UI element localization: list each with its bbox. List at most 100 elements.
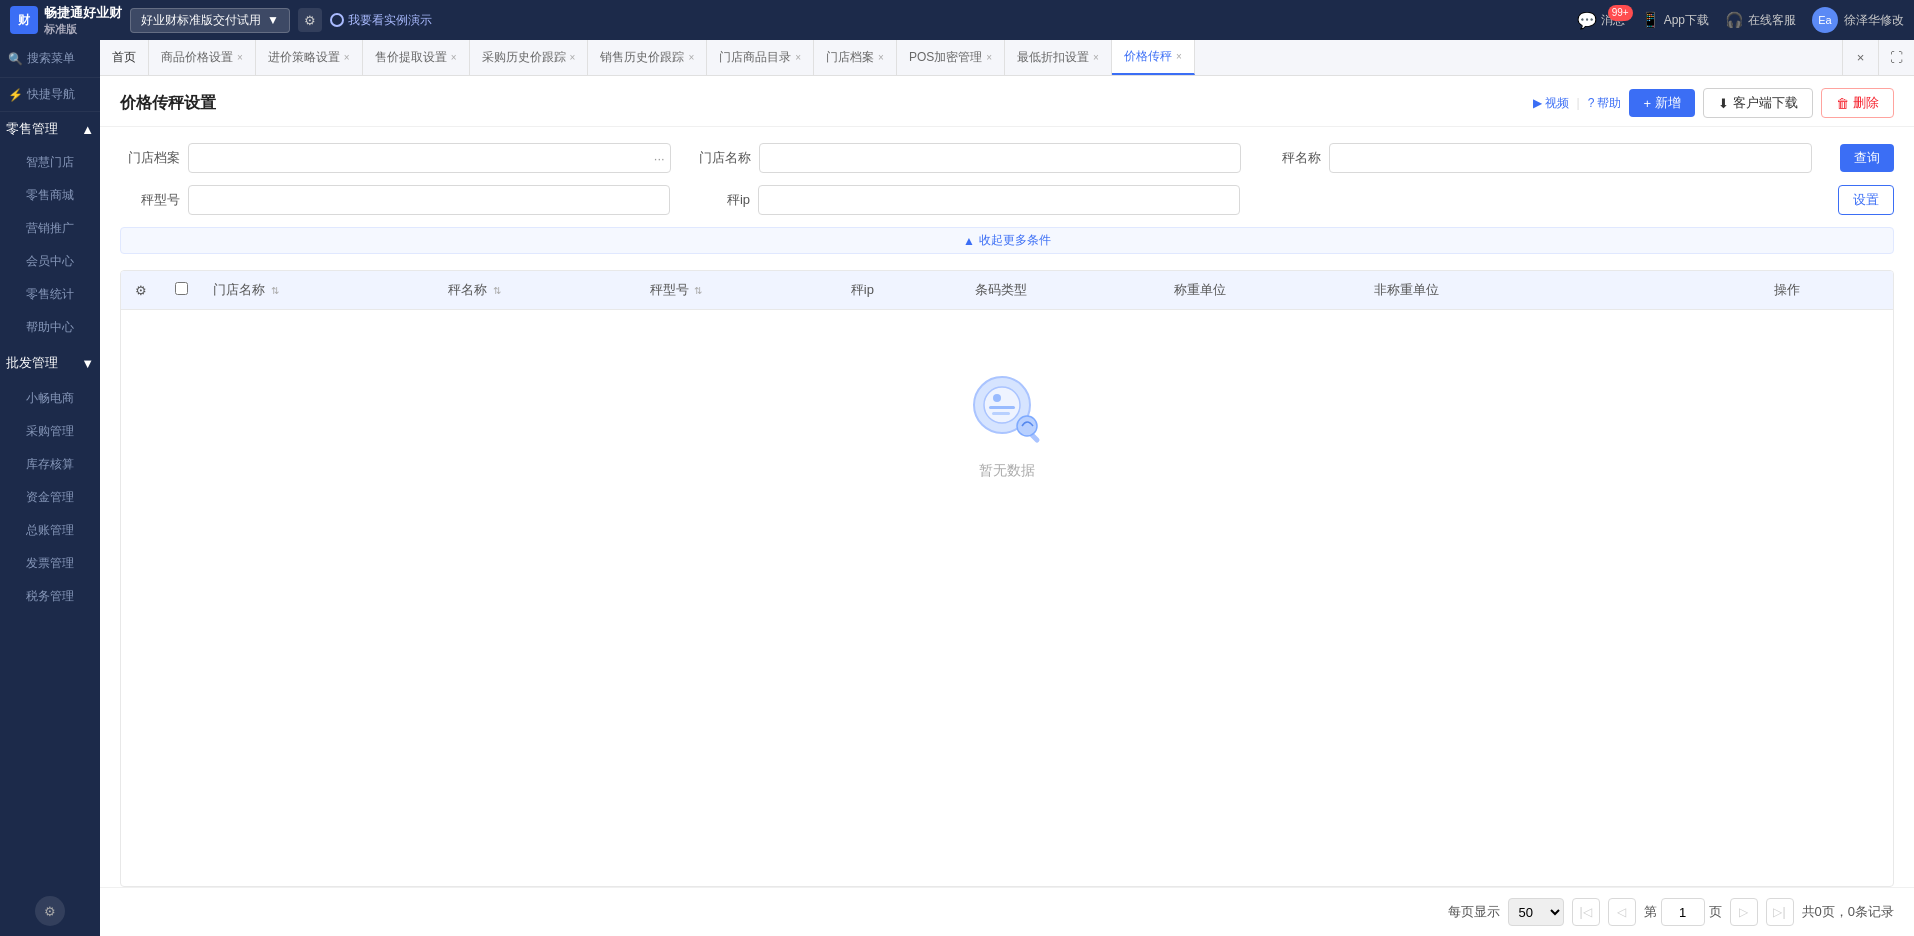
tab-min-discount[interactable]: 最低折扣设置 × bbox=[1005, 40, 1112, 75]
online-service-btn[interactable]: 🎧 在线客服 bbox=[1725, 11, 1796, 29]
sidebar-item-help[interactable]: 帮助中心 bbox=[0, 311, 100, 344]
first-page-btn[interactable]: |◁ bbox=[1572, 898, 1600, 926]
store-name-input[interactable] bbox=[759, 143, 1242, 173]
message-btn[interactable]: 💬 消息 99+ bbox=[1577, 11, 1625, 30]
dropdown-icon: ▼ bbox=[267, 13, 279, 27]
sidebar-item-small-ecom[interactable]: 小畅电商 bbox=[0, 382, 100, 415]
sidebar-nav-btn[interactable]: ⚡ 快捷导航 bbox=[0, 78, 100, 112]
tab-pos-manage-close[interactable]: × bbox=[986, 53, 992, 63]
tab-bar: 首页 商品价格设置 × 进价策略设置 × 售价提取设置 × 采购历史价跟踪 × bbox=[100, 40, 1914, 76]
last-page-btn[interactable]: ▷| bbox=[1766, 898, 1794, 926]
next-page-icon: ▷ bbox=[1739, 905, 1748, 919]
scale-name-label: 秤名称 bbox=[1261, 149, 1321, 167]
scale-model-input[interactable] bbox=[188, 185, 670, 215]
sidebar-group-retail-items: 智慧门店 零售商城 营销推广 会员中心 零售统计 帮助中心 bbox=[0, 146, 100, 344]
sort-icon-scale-model[interactable]: ⇅ bbox=[694, 285, 702, 296]
divider: | bbox=[1577, 96, 1580, 110]
sort-icon-store-name[interactable]: ⇅ bbox=[271, 285, 279, 296]
download-button[interactable]: ⬇ 客户端下载 bbox=[1703, 88, 1813, 118]
demo-label: 我要看实例演示 bbox=[348, 12, 432, 29]
scale-name-field: 秤名称 bbox=[1261, 143, 1812, 173]
tab-bar-actions: × ⛶ bbox=[1842, 40, 1914, 76]
sidebar-item-inventory[interactable]: 库存核算 bbox=[0, 448, 100, 481]
sidebar-item-capital[interactable]: 资金管理 bbox=[0, 481, 100, 514]
tab-price-setting-close[interactable]: × bbox=[237, 53, 243, 63]
scale-ip-label: 秤ip bbox=[690, 191, 750, 209]
delete-button[interactable]: 🗑 删除 bbox=[1821, 88, 1894, 118]
per-page-select[interactable]: 50 20 100 bbox=[1508, 898, 1564, 926]
scale-ip-input[interactable] bbox=[758, 185, 1240, 215]
search-icon: 🔍 bbox=[8, 52, 23, 66]
video-link[interactable]: ▶ 视频 bbox=[1533, 95, 1569, 112]
page-input[interactable] bbox=[1661, 898, 1705, 926]
tab-store-catalog[interactable]: 门店商品目录 × bbox=[707, 40, 814, 75]
sidebar-group-wholesale-header[interactable]: 批发管理 ▼ bbox=[0, 346, 100, 380]
tab-pos-manage[interactable]: POS加密管理 × bbox=[897, 40, 1005, 75]
collapse-btn[interactable]: ▲ 收起更多条件 bbox=[120, 227, 1894, 254]
sidebar-bottom: ⚙ bbox=[0, 886, 100, 936]
sidebar-settings-btn[interactable]: ⚙ bbox=[35, 896, 65, 926]
sidebar-item-smart-store[interactable]: 智慧门店 bbox=[0, 146, 100, 179]
sidebar-item-invoice[interactable]: 发票管理 bbox=[0, 547, 100, 580]
sidebar-item-retail-mall[interactable]: 零售商城 bbox=[0, 179, 100, 212]
dots-icon[interactable]: ··· bbox=[654, 151, 665, 166]
query-button[interactable]: 查询 bbox=[1840, 144, 1894, 172]
tab-price-scale[interactable]: 价格传秤 × bbox=[1112, 40, 1195, 75]
tab-close-btn[interactable]: × bbox=[1842, 40, 1878, 76]
page-content: 价格传秤设置 ▶ 视频 | ? 帮助 + 新增 bbox=[100, 76, 1914, 936]
store-file-input[interactable] bbox=[188, 143, 671, 173]
app-download-btn[interactable]: 📱 App下载 bbox=[1641, 11, 1709, 29]
tab-purchase-strategy-close[interactable]: × bbox=[344, 53, 350, 63]
tab-price-setting-label: 商品价格设置 bbox=[161, 49, 233, 66]
sidebar-item-marketing[interactable]: 营销推广 bbox=[0, 212, 100, 245]
sidebar-item-purchase[interactable]: 采购管理 bbox=[0, 415, 100, 448]
version-selector[interactable]: 好业财标准版交付试用 ▼ bbox=[130, 8, 290, 33]
tab-sale-history-close[interactable]: × bbox=[688, 53, 694, 63]
tab-purchase-strategy[interactable]: 进价策略设置 × bbox=[256, 40, 363, 75]
help-link[interactable]: ? 帮助 bbox=[1588, 95, 1622, 112]
sidebar-item-general-ledger[interactable]: 总账管理 bbox=[0, 514, 100, 547]
tab-sale-extract[interactable]: 售价提取设置 × bbox=[363, 40, 470, 75]
app-container: 财 畅捷通好业财 标准版 好业财标准版交付试用 ▼ ⚙ 我要看实例演示 💬 bbox=[0, 0, 1914, 936]
sidebar-group-wholesale: 批发管理 ▼ bbox=[0, 346, 100, 380]
store-name-field: 门店名称 bbox=[691, 143, 1242, 173]
per-page-label: 每页显示 bbox=[1448, 903, 1500, 921]
tab-store-catalog-close[interactable]: × bbox=[795, 53, 801, 63]
collapse-label: 收起更多条件 bbox=[979, 232, 1051, 249]
scale-name-input[interactable] bbox=[1329, 143, 1812, 173]
demo-btn[interactable]: 我要看实例演示 bbox=[330, 12, 432, 29]
next-page-btn[interactable]: ▷ bbox=[1730, 898, 1758, 926]
tab-sale-extract-close[interactable]: × bbox=[451, 53, 457, 63]
sidebar-item-tax[interactable]: 税务管理 bbox=[0, 580, 100, 613]
sidebar-item-member[interactable]: 会员中心 bbox=[0, 245, 100, 278]
settings-button[interactable]: 设置 bbox=[1838, 185, 1894, 215]
tab-purchase-history-label: 采购历史价跟踪 bbox=[482, 49, 566, 66]
select-all-checkbox[interactable] bbox=[175, 282, 188, 295]
tab-purchase-history-close[interactable]: × bbox=[570, 53, 576, 63]
sidebar-group-retail-header[interactable]: 零售管理 ▲ bbox=[0, 112, 100, 146]
tab-price-scale-close[interactable]: × bbox=[1176, 52, 1182, 62]
tab-purchase-history[interactable]: 采购历史价跟踪 × bbox=[470, 40, 589, 75]
col-settings-icon[interactable]: ⚙ bbox=[135, 283, 147, 298]
add-button[interactable]: + 新增 bbox=[1629, 89, 1695, 117]
user-profile[interactable]: Ea 徐泽华修改 bbox=[1812, 7, 1904, 33]
sidebar-item-retail-stats[interactable]: 零售统计 bbox=[0, 278, 100, 311]
tab-store-file-close[interactable]: × bbox=[878, 53, 884, 63]
sidebar-search-btn[interactable]: 🔍 搜索菜单 bbox=[0, 40, 100, 78]
prev-page-icon: ◁ bbox=[1617, 905, 1626, 919]
tab-maximize-btn[interactable]: ⛶ bbox=[1878, 40, 1914, 76]
tab-store-file[interactable]: 门店档案 × bbox=[814, 40, 897, 75]
download-icon: 📱 bbox=[1641, 11, 1660, 29]
col-non-weight-unit: 非称重单位 bbox=[1362, 271, 1762, 310]
sort-icon-scale-name[interactable]: ⇅ bbox=[493, 285, 501, 296]
wholesale-group-label: 批发管理 bbox=[6, 354, 58, 372]
tab-min-discount-close[interactable]: × bbox=[1093, 53, 1099, 63]
prev-page-btn[interactable]: ◁ bbox=[1608, 898, 1636, 926]
version-settings-btn[interactable]: ⚙ bbox=[298, 8, 322, 32]
store-file-label: 门店档案 bbox=[120, 149, 180, 167]
svg-rect-6 bbox=[992, 412, 1010, 415]
message-badge: 99+ bbox=[1608, 5, 1633, 21]
tab-sale-history[interactable]: 销售历史价跟踪 × bbox=[588, 40, 707, 75]
tab-price-setting[interactable]: 商品价格设置 × bbox=[149, 40, 256, 75]
tab-home[interactable]: 首页 bbox=[100, 40, 149, 75]
